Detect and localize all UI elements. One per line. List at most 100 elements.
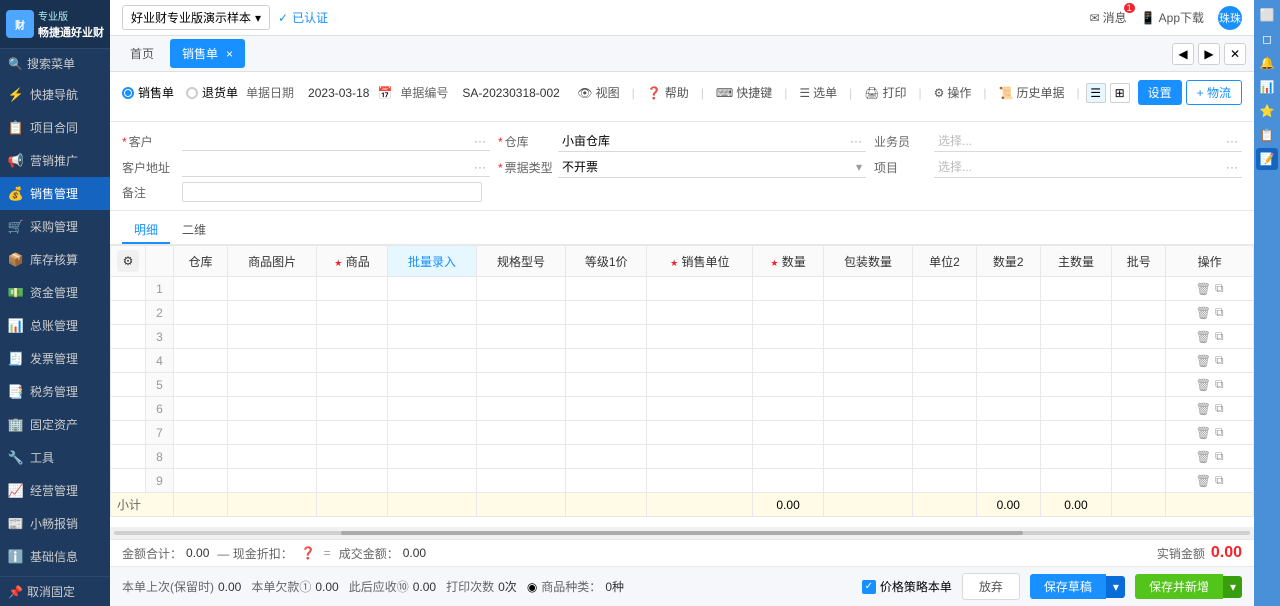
sidebar-item-assets[interactable]: 🏢 固定资产 [0,408,110,441]
row-cell-4[interactable] [317,325,388,349]
copy-icon[interactable]: ⧉ [1215,329,1224,344]
copy-icon[interactable]: ⧉ [1215,425,1224,440]
row-cell-12[interactable] [976,277,1040,301]
row-cell-11[interactable] [913,421,977,445]
calendar-icon[interactable]: 📅 [377,86,392,100]
sidebar-pin[interactable]: 📌 取消固定 [0,576,110,606]
radio-return[interactable]: 退货单 [186,84,238,101]
row-cell-10[interactable] [823,421,912,445]
row-cell-13[interactable] [1040,349,1112,373]
row-cell-14[interactable] [1112,397,1166,421]
row-cell-7[interactable] [566,469,647,493]
row-cell-11[interactable] [913,325,977,349]
abandon-button[interactable]: 放弃 [962,573,1020,600]
row-cell-8[interactable] [647,301,753,325]
row-cell-14[interactable] [1112,277,1166,301]
row-cell-2[interactable] [174,397,228,421]
row-cell-6[interactable] [477,373,566,397]
row-cell-11[interactable] [913,445,977,469]
row-cell-6[interactable] [477,421,566,445]
row-cell-2[interactable] [174,325,228,349]
add-line-button[interactable]: + 物流 [1186,80,1242,105]
row-cell-12[interactable] [976,349,1040,373]
remarks-input[interactable] [182,182,482,202]
project-input[interactable]: 选择... ··· [934,156,1242,178]
row-cell-11[interactable] [913,373,977,397]
row-cell-9[interactable] [753,349,824,373]
row-cell-3[interactable] [228,325,317,349]
save-new-button[interactable]: 保存并新增 [1135,574,1223,599]
delete-icon[interactable]: 🗑 [1196,426,1211,440]
row-cell-9[interactable] [753,277,824,301]
row-cell-2[interactable] [174,421,228,445]
row-cell-3[interactable] [228,301,317,325]
messages-btn[interactable]: ✉ 1 消息 [1090,9,1127,26]
row-cell-10[interactable] [823,325,912,349]
col-unit2[interactable]: 单位2 [913,246,977,277]
row-cell-8[interactable] [647,469,753,493]
col-warehouse[interactable]: 仓库 [174,246,228,277]
warehouse-dots-icon[interactable]: ··· [850,134,862,148]
help-btn[interactable]: ❓ 帮助 [641,82,695,103]
user-avatar[interactable]: 珠珠 [1218,6,1242,30]
copy-icon[interactable]: ⧉ [1215,449,1224,464]
row-cell-13[interactable] [1040,373,1112,397]
col-spec[interactable]: 规格型号 [477,246,566,277]
row-cell-5[interactable] [387,349,476,373]
copy-icon[interactable]: ⧉ [1215,281,1224,296]
delete-icon[interactable]: 🗑 [1196,354,1211,368]
sidebar-item-baseinfo[interactable]: ℹ️ 基础信息 [0,540,110,573]
row-cell-7[interactable] [566,325,647,349]
invoice-select[interactable]: 不开票 ▾ [558,156,866,178]
row-cell-5[interactable] [387,277,476,301]
copy-icon[interactable]: ⧉ [1215,473,1224,488]
delete-icon[interactable]: 🗑 [1196,282,1211,296]
sidebar-item-inventory[interactable]: 📦 库存核算 [0,243,110,276]
row-cell-13[interactable] [1040,277,1112,301]
row-cell-7[interactable] [566,445,647,469]
row-cell-6[interactable] [477,277,566,301]
tab-close-all-btn[interactable]: ✕ [1224,43,1246,65]
col-goods[interactable]: ★ 商品 [317,246,388,277]
col-main-qty[interactable]: 主数量 [1040,246,1112,277]
print-btn[interactable]: 🖨 打印 [858,82,912,103]
tab-next-btn[interactable]: ▶ [1198,43,1220,65]
delete-icon[interactable]: 🗑 [1196,330,1211,344]
row-cell-2[interactable] [174,469,228,493]
row-cell-6[interactable] [477,301,566,325]
row-cell-8[interactable] [647,277,753,301]
row-cell-9[interactable] [753,469,824,493]
row-cell-9[interactable] [753,301,824,325]
row-cell-3[interactable] [228,397,317,421]
row-cell-3[interactable] [228,469,317,493]
right-panel-icon-2[interactable]: ◻ [1256,28,1278,50]
row-cell-9[interactable] [753,445,824,469]
row-cell-4[interactable] [317,421,388,445]
row-cell-13[interactable] [1040,445,1112,469]
row-cell-13[interactable] [1040,397,1112,421]
row-cell-7[interactable] [566,373,647,397]
copy-icon[interactable]: ⧉ [1215,353,1224,368]
row-cell-2[interactable] [174,349,228,373]
row-cell-2[interactable] [174,277,228,301]
row-cell-8[interactable] [647,397,753,421]
copy-icon[interactable]: ⧉ [1215,377,1224,392]
row-cell-13[interactable] [1040,301,1112,325]
save-new-arrow-button[interactable]: ▾ [1223,576,1242,598]
row-cell-10[interactable] [823,277,912,301]
row-cell-5[interactable] [387,421,476,445]
delete-icon[interactable]: 🗑 [1196,450,1211,464]
row-cell-6[interactable] [477,397,566,421]
row-cell-14[interactable] [1112,301,1166,325]
row-cell-12[interactable] [976,301,1040,325]
sidebar-item-marketing[interactable]: 📢 营销推广 [0,144,110,177]
row-cell-14[interactable] [1112,349,1166,373]
delete-icon[interactable]: 🗑 [1196,378,1211,392]
tab-home[interactable]: 首页 [118,39,166,68]
right-panel-icon-3[interactable]: 🔔 [1256,52,1278,74]
row-cell-4[interactable] [317,445,388,469]
row-cell-4[interactable] [317,301,388,325]
row-cell-14[interactable] [1112,325,1166,349]
help-discount-icon[interactable]: ❓ [301,546,316,560]
row-cell-5[interactable] [387,397,476,421]
